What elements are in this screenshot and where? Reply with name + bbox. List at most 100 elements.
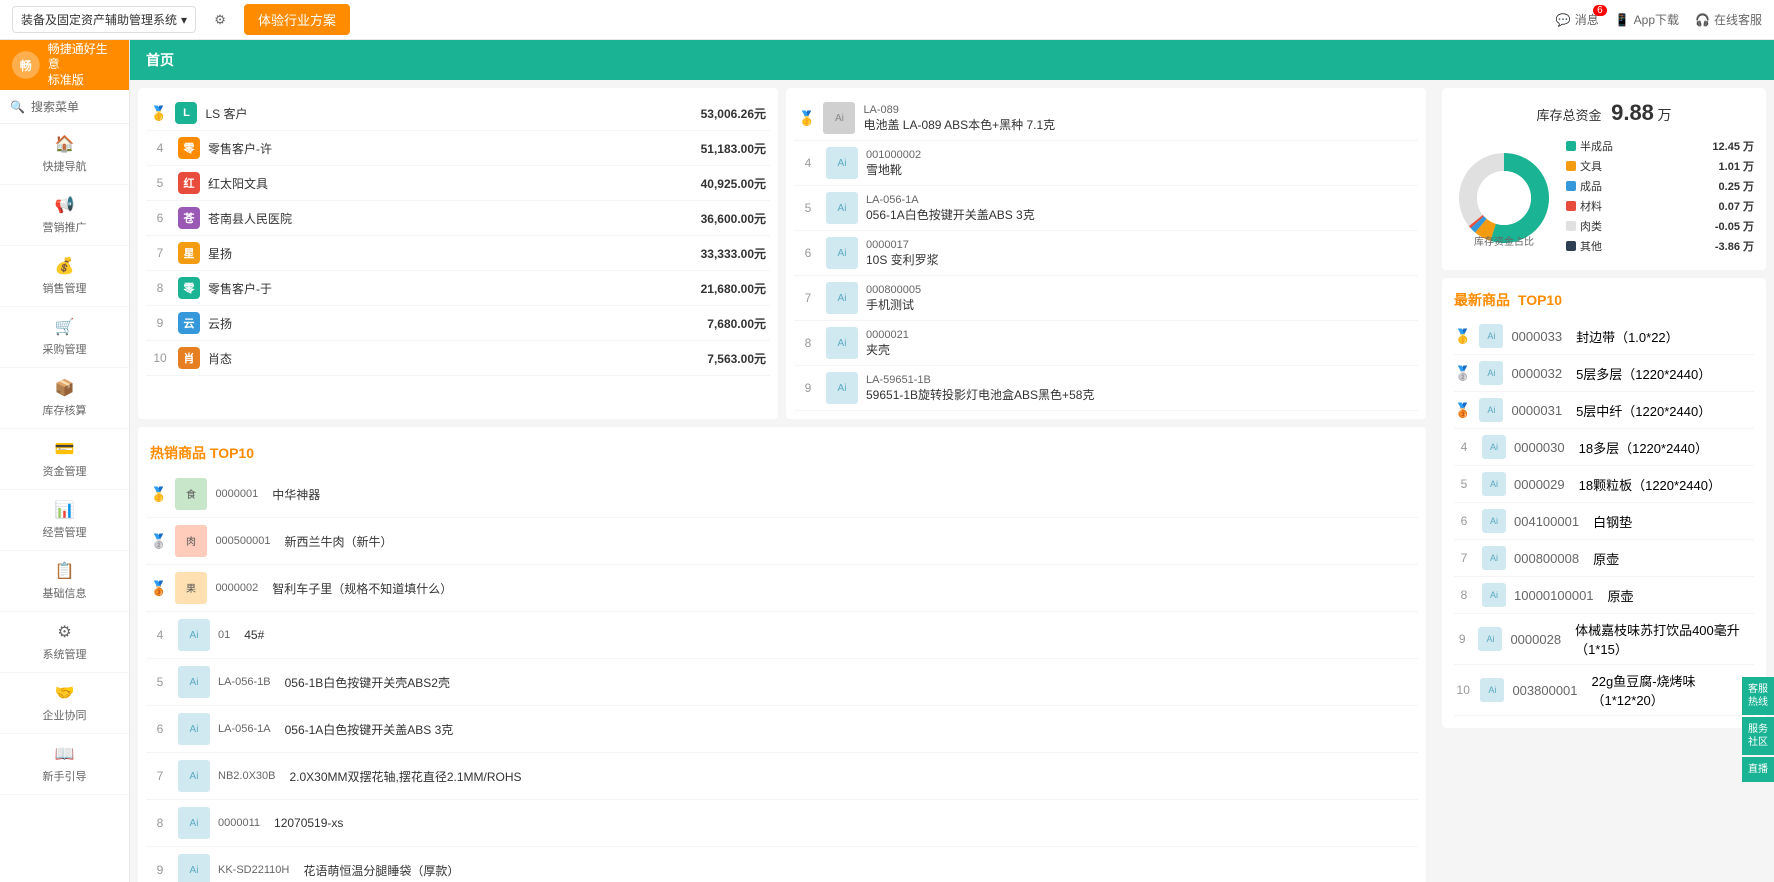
legend-dot [1566, 141, 1576, 151]
svg-text:果: 果 [186, 583, 196, 595]
table-row: 4 零 零售客户-许 51,183.00元 [146, 131, 770, 166]
stock-legend: 半成品 12.45 万 文具 1.01 万 成品 0 [1566, 138, 1754, 258]
home-tab[interactable]: 首页 [146, 50, 174, 70]
topbar-right: 💬 消息 6 📱 App下载 🎧 在线客服 [1556, 11, 1762, 28]
list-item: 9 Ai KK-SD22110H 花语萌恒温分腿睡袋（厚款） [146, 847, 1418, 882]
sidebar-item-basic[interactable]: 📋 基础信息 [0, 551, 129, 612]
customer-amount: 7,563.00元 [707, 350, 766, 367]
sales-icon: 💰 [55, 256, 75, 276]
list-item: 🥈 Ai 0000032 5层多层（1220*2440） [1454, 355, 1754, 392]
service-icon: 🎧 [1695, 13, 1710, 27]
content-header: 首页 [130, 40, 1774, 80]
cs-community-button[interactable]: 服务社区 [1742, 717, 1774, 755]
product-thumb: Ai [178, 713, 210, 745]
customer-amount: 51,183.00元 [701, 140, 766, 157]
customer-name: 零售客户-许 [208, 140, 693, 157]
sidebar-item-operation[interactable]: 📊 经营管理 [0, 490, 129, 551]
sidebar-item-quicknav[interactable]: 🏠 快捷导航 [0, 124, 129, 185]
list-item: 🥈 肉 000500001 新西兰牛肉（新牛） [146, 518, 1418, 565]
content-body: 🥇 L LS 客户 53,006.26元 4 零 零售客户-许 51,183.0… [130, 80, 1774, 882]
cs-live-button[interactable]: 直播 [1742, 757, 1774, 782]
rank-number: 9 [798, 381, 818, 395]
rank-number: 4 [1454, 440, 1474, 454]
table-row: 5 红 红太阳文具 40,925.00元 [146, 166, 770, 201]
system-title: 装备及固定资产辅助管理系统 [21, 11, 177, 28]
product-name: 18颗粒板（1220*2440） [1579, 475, 1721, 494]
sidebar-item-sales[interactable]: 💰 销售管理 [0, 246, 129, 307]
product-name: 5层多层（1220*2440） [1576, 364, 1711, 383]
product-thumbnail: 食 [175, 478, 207, 510]
medal-icon: 🥇 [150, 105, 167, 122]
rank-number: 5 [150, 675, 170, 689]
rank-badge: 红 [178, 172, 200, 194]
settings-icon[interactable]: ⚙ [206, 6, 234, 34]
rank-number: 10 [150, 351, 170, 365]
list-item: 7 Ai NB2.0X30B 2.0X30MM双摆花轴,摆花直径2.1MM/RO… [146, 753, 1418, 800]
middle-panel: 🥇 L LS 客户 53,006.26元 4 零 零售客户-许 51,183.0… [130, 80, 1434, 882]
sidebar-item-marketing[interactable]: 📢 营销推广 [0, 185, 129, 246]
medal-icon: 🥈 [1454, 365, 1471, 382]
try-button[interactable]: 体验行业方案 [244, 4, 350, 35]
product-name: 白钢垫 [1593, 512, 1632, 531]
product-thumb: Ai [178, 807, 210, 839]
rank-number: 5 [798, 201, 818, 215]
newest-thumb: Ai [1482, 472, 1506, 496]
home-icon: 🏠 [55, 134, 75, 154]
legend-dot [1566, 241, 1576, 251]
message-button[interactable]: 💬 消息 6 [1556, 11, 1599, 28]
legend-item: 文具 1.01 万 [1566, 158, 1754, 174]
stock-chart-row: 库存资金占比 半成品 12.45 万 文具 [1454, 138, 1754, 258]
cs-hotline-button[interactable]: 客服热线 [1742, 677, 1774, 715]
table-row: 🥇 L LS 客户 53,006.26元 [146, 96, 770, 131]
medal-icon: 🥇 [150, 486, 167, 503]
product-thumb: Ai [178, 666, 210, 698]
sidebar-item-guide[interactable]: 📖 新手引导 [0, 734, 129, 795]
system-selector[interactable]: 装备及固定资产辅助管理系统 ▾ [12, 6, 196, 33]
finance-icon: 💳 [55, 439, 75, 459]
product-code: 003800001 [1512, 683, 1577, 698]
customer-name: 零售客户-于 [208, 280, 693, 297]
sidebar-item-finance[interactable]: 💳 资金管理 [0, 429, 129, 490]
customer-amount: 33,333.00元 [701, 245, 766, 262]
product-thumb: Ai [178, 854, 210, 882]
sidebar: 畅 畅捷通好生意 标准版 🔍 搜索菜单 🏠 快捷导航 📢 营销推广 💰 销售管理… [0, 40, 130, 882]
list-item: 🥇 Ai 0000033 封边带（1.0*22） [1454, 318, 1754, 355]
search-icon: 🔍 [10, 100, 25, 114]
legend-item: 半成品 12.45 万 [1566, 138, 1754, 154]
app-download-button[interactable]: 📱 App下载 [1615, 11, 1679, 28]
table-row: 8 Ai 0000021 夹壳 [794, 321, 1418, 366]
customer-ranking-panel: 🥇 L LS 客户 53,006.26元 4 零 零售客户-许 51,183.0… [138, 88, 778, 419]
rank-number: 5 [150, 176, 170, 190]
product-ranking-panel: 🥇 Ai LA-089 电池盖 LA-089 ABS本色+黑种 7.1克 4 A… [786, 88, 1426, 419]
rank-number: 6 [150, 722, 170, 736]
customer-amount: 36,600.00元 [701, 210, 766, 227]
sidebar-item-enterprise[interactable]: 🤝 企业协同 [0, 673, 129, 734]
right-panel: 库存总资金 9.88 万 [1434, 80, 1774, 882]
sidebar-item-inventory[interactable]: 📦 库存核算 [0, 368, 129, 429]
message-badge: 6 [1593, 5, 1607, 16]
logo-text: 畅捷通好生意 标准版 [48, 42, 119, 89]
legend-item: 其他 -3.86 万 [1566, 238, 1754, 254]
sidebar-item-system[interactable]: ⚙ 系统管理 [0, 612, 129, 673]
rank-number: 9 [150, 863, 170, 877]
sidebar-item-purchase[interactable]: 🛒 采购管理 [0, 307, 129, 368]
marketing-icon: 📢 [55, 195, 75, 215]
product-thumb: Ai [178, 619, 210, 651]
customer-name: 云扬 [208, 315, 699, 332]
legend-dot [1566, 161, 1576, 171]
product-thumbnail: 果 [175, 572, 207, 604]
customer-amount: 40,925.00元 [701, 175, 766, 192]
stock-donut-chart: 库存资金占比 [1454, 148, 1554, 248]
legend-dot [1566, 221, 1576, 231]
medal-icon: 🥉 [1454, 402, 1471, 419]
rank-badge: 苍 [178, 207, 200, 229]
search-menu-button[interactable]: 🔍 搜索菜单 [0, 90, 129, 124]
table-row: 5 Ai LA-056-1A 056-1A白色按键开关盖ABS 3克 [794, 186, 1418, 231]
newest-thumb: Ai [1479, 324, 1503, 348]
list-item: 🥇 食 0000001 中华神器 [146, 471, 1418, 518]
online-service-button[interactable]: 🎧 在线客服 [1695, 11, 1762, 28]
content-area: 首页 🥇 L LS 客户 53,006.26元 [130, 40, 1774, 882]
rank-number: 9 [1454, 632, 1470, 646]
rank-number: 6 [1454, 514, 1474, 528]
table-row: 10 肖 肖态 7,563.00元 [146, 341, 770, 376]
